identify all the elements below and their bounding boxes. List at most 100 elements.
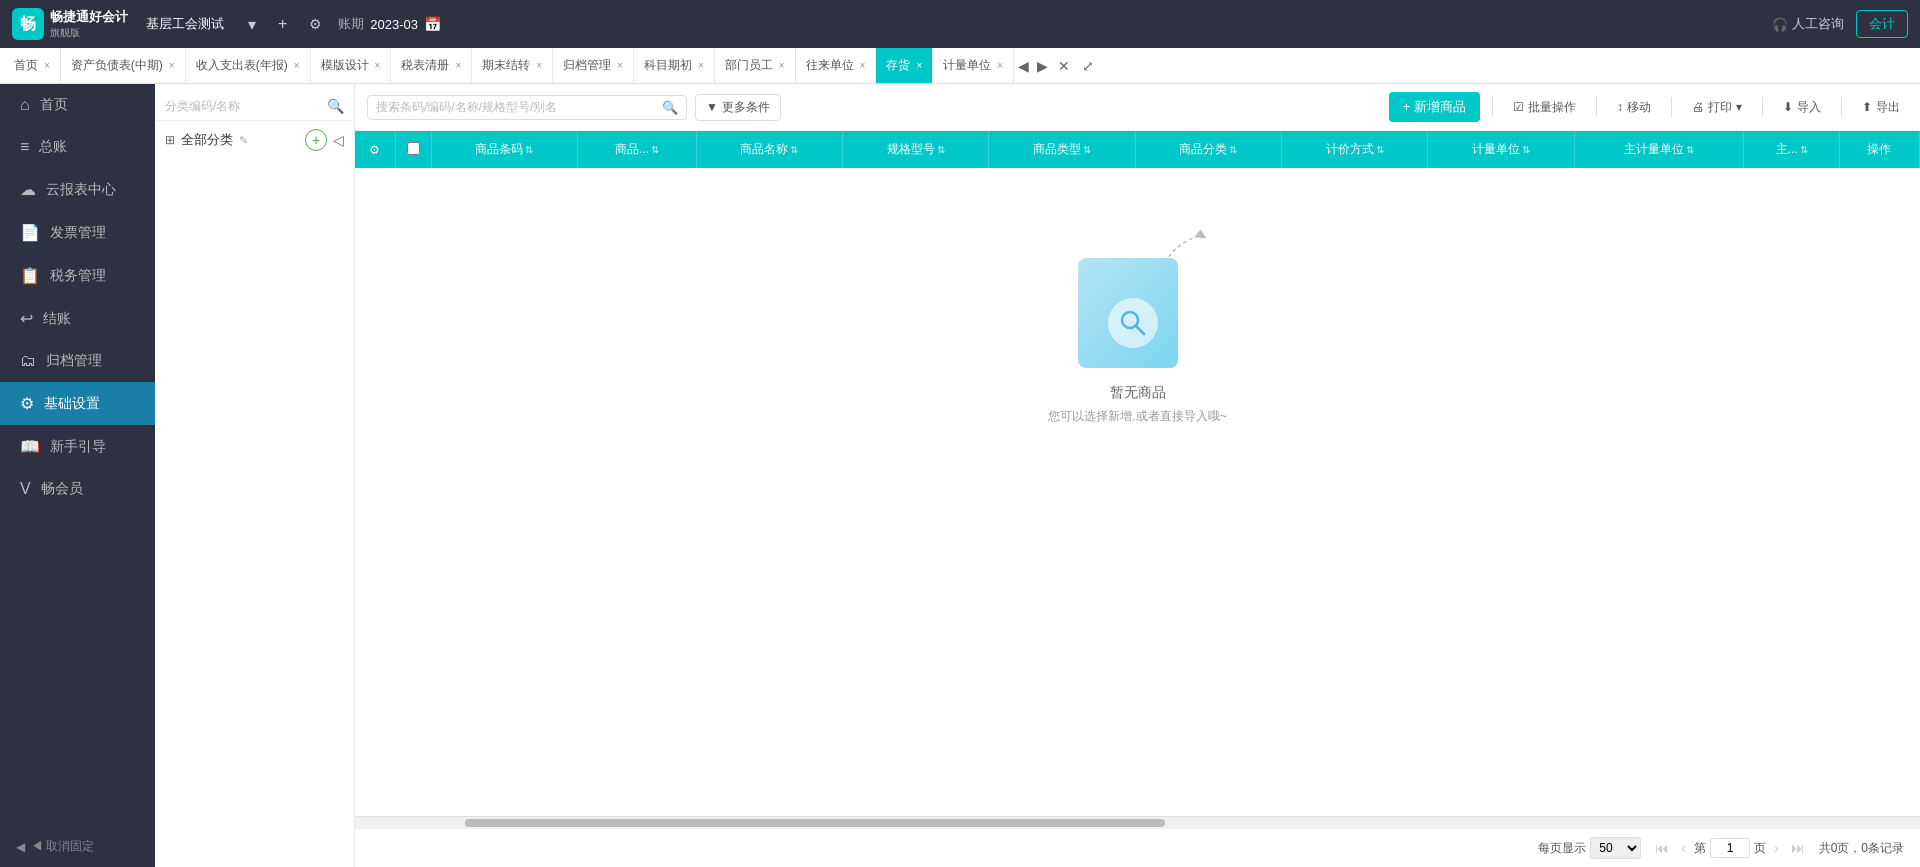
first-page-button[interactable]: ⏮: [1651, 838, 1673, 858]
horizontal-scrollbar[interactable]: [355, 816, 1920, 828]
grid-icon: ⊞: [165, 133, 175, 147]
tab-tax-close[interactable]: ×: [455, 60, 461, 71]
th-gear[interactable]: ⚙: [355, 131, 395, 168]
sidebar-unpin[interactable]: ◀ ◀ 取消固定: [0, 826, 155, 867]
th-barcode[interactable]: 商品条码⇅: [431, 131, 577, 168]
th-code[interactable]: 商品...⇅: [577, 131, 696, 168]
tab-period[interactable]: 期末结转 ×: [472, 48, 553, 84]
sidebar-item-basic[interactable]: ⚙ 基础设置: [0, 382, 155, 425]
tab-expand-button[interactable]: ⤢: [1076, 56, 1100, 76]
tab-next-button[interactable]: ▶: [1033, 56, 1052, 76]
tab-subject[interactable]: 科目期初 ×: [634, 48, 715, 84]
sidebar-item-member[interactable]: V 畅会员: [0, 468, 155, 510]
main-search-icon[interactable]: 🔍: [662, 100, 678, 115]
batch-button[interactable]: ☑ 批量操作: [1505, 95, 1584, 120]
th-unit[interactable]: 计量单位⇅: [1428, 131, 1574, 168]
sidebar-label-member: 畅会员: [41, 480, 83, 498]
sidebar-item-cloud[interactable]: ☁ 云报表中心: [0, 168, 155, 211]
tab-income-close[interactable]: ×: [294, 60, 300, 71]
tab-archive-close[interactable]: ×: [617, 60, 623, 71]
tab-inventory-close[interactable]: ×: [916, 60, 922, 71]
calendar-icon[interactable]: 📅: [424, 16, 441, 32]
filter-label: 更多条件: [722, 99, 770, 116]
category-header: ⊞ 全部分类 ✎ + ◁: [155, 121, 354, 159]
tab-template[interactable]: 模版设计 ×: [311, 48, 392, 84]
kuaiji-label: 会计: [1869, 16, 1895, 31]
category-add-button[interactable]: +: [305, 129, 327, 151]
main-search-input[interactable]: [376, 100, 658, 114]
category-collapse-button[interactable]: ◁: [333, 129, 344, 151]
th-name[interactable]: 商品名称⇅: [696, 131, 842, 168]
category-search-input[interactable]: [165, 99, 327, 113]
sidebar-item-home[interactable]: ⌂ 首页: [0, 84, 155, 126]
cloud-icon: ☁: [20, 180, 36, 199]
tab-close-all-button[interactable]: ✕: [1052, 56, 1076, 76]
tab-inventory[interactable]: 存货 ×: [876, 48, 933, 84]
tab-dept[interactable]: 部门员工 ×: [715, 48, 796, 84]
th-type[interactable]: 商品类型⇅: [989, 131, 1135, 168]
add-tab-button[interactable]: +: [272, 11, 293, 37]
right-content: 🔍 ▼ 更多条件 + 新增商品 ☑ 批量操作 ↕ 移动: [355, 84, 1920, 867]
tab-unit[interactable]: 计量单位 ×: [933, 48, 1014, 84]
tab-prev-button[interactable]: ◀: [1014, 56, 1033, 76]
prev-page-button[interactable]: ‹: [1677, 838, 1690, 858]
th-main2[interactable]: 主...⇅: [1744, 131, 1840, 168]
kuaiji-button[interactable]: 会计: [1856, 10, 1908, 38]
service-button[interactable]: 🎧 人工咨询: [1772, 15, 1844, 33]
tab-subject-close[interactable]: ×: [698, 60, 704, 71]
th-check[interactable]: [395, 131, 431, 168]
print-label: 打印: [1708, 99, 1732, 116]
next-page-button[interactable]: ›: [1770, 838, 1783, 858]
company-dropdown-icon[interactable]: ▾: [242, 11, 262, 38]
sidebar-item-guide[interactable]: 📖 新手引导: [0, 425, 155, 468]
svg-marker-0: [1194, 230, 1206, 239]
th-main-unit[interactable]: 主计量单位⇅: [1574, 131, 1744, 168]
settings-button[interactable]: ⚙: [303, 12, 328, 36]
scrollbar-thumb[interactable]: [465, 819, 1165, 827]
empty-title: 暂无商品: [1110, 384, 1166, 402]
pagination: ⏮ ‹ 第 页 › ⏭: [1651, 838, 1808, 858]
tab-dept-close[interactable]: ×: [779, 60, 785, 71]
tab-home-close[interactable]: ×: [44, 60, 50, 71]
tab-archive[interactable]: 归档管理 ×: [553, 48, 634, 84]
th-price-method[interactable]: 计价方式⇅: [1282, 131, 1428, 168]
th-spec[interactable]: 规格型号⇅: [843, 131, 989, 168]
category-search-icon[interactable]: 🔍: [327, 98, 344, 114]
sidebar-item-invoice[interactable]: 📄 发票管理: [0, 211, 155, 254]
sidebar-label-cloud: 云报表中心: [46, 181, 116, 199]
page-input[interactable]: [1710, 838, 1750, 858]
last-page-button[interactable]: ⏭: [1787, 838, 1809, 858]
sidebar-item-close[interactable]: ↩ 结账: [0, 297, 155, 340]
th-category[interactable]: 商品分类⇅: [1135, 131, 1281, 168]
move-label: 移动: [1627, 99, 1651, 116]
export-button[interactable]: ⬆ 导出: [1854, 95, 1908, 120]
sidebar-item-tax[interactable]: 📋 税务管理: [0, 254, 155, 297]
logo-main-text: 畅捷通好会计: [50, 8, 128, 26]
tab-template-close[interactable]: ×: [375, 60, 381, 71]
tab-period-close[interactable]: ×: [536, 60, 542, 71]
tab-unit-label: 计量单位: [943, 57, 991, 74]
per-page-dropdown[interactable]: 50 10 20 100: [1590, 837, 1641, 859]
tab-home[interactable]: 首页 ×: [4, 48, 61, 84]
tab-balance[interactable]: 资产负债表(中期) ×: [61, 48, 186, 84]
add-product-button[interactable]: + 新增商品: [1389, 92, 1480, 122]
select-all-checkbox[interactable]: [407, 142, 420, 155]
sidebar-label-tax: 税务管理: [50, 267, 106, 285]
print-button[interactable]: 🖨 打印 ▾: [1684, 95, 1750, 120]
move-button[interactable]: ↕ 移动: [1609, 95, 1659, 120]
import-button[interactable]: ⬇ 导入: [1775, 95, 1829, 120]
table-footer: 每页显示 50 10 20 100 ⏮ ‹ 第 页 › ⏭: [355, 828, 1920, 867]
tab-contact[interactable]: 往来单位 ×: [796, 48, 877, 84]
tab-income[interactable]: 收入支出表(年报) ×: [186, 48, 311, 84]
company-name[interactable]: 基层工会测试: [138, 15, 232, 33]
sidebar-label-ledger: 总账: [39, 138, 67, 156]
main-search-bar: 🔍: [367, 95, 687, 120]
import-icon: ⬇: [1783, 100, 1793, 114]
sidebar-item-archive[interactable]: 🗂 归档管理: [0, 340, 155, 382]
sidebar-item-ledger[interactable]: ≡ 总账: [0, 126, 155, 168]
tab-contact-close[interactable]: ×: [860, 60, 866, 71]
tab-unit-close[interactable]: ×: [997, 60, 1003, 71]
tab-balance-close[interactable]: ×: [169, 60, 175, 71]
tab-tax[interactable]: 税表清册 ×: [391, 48, 472, 84]
filter-button[interactable]: ▼ 更多条件: [695, 94, 781, 121]
